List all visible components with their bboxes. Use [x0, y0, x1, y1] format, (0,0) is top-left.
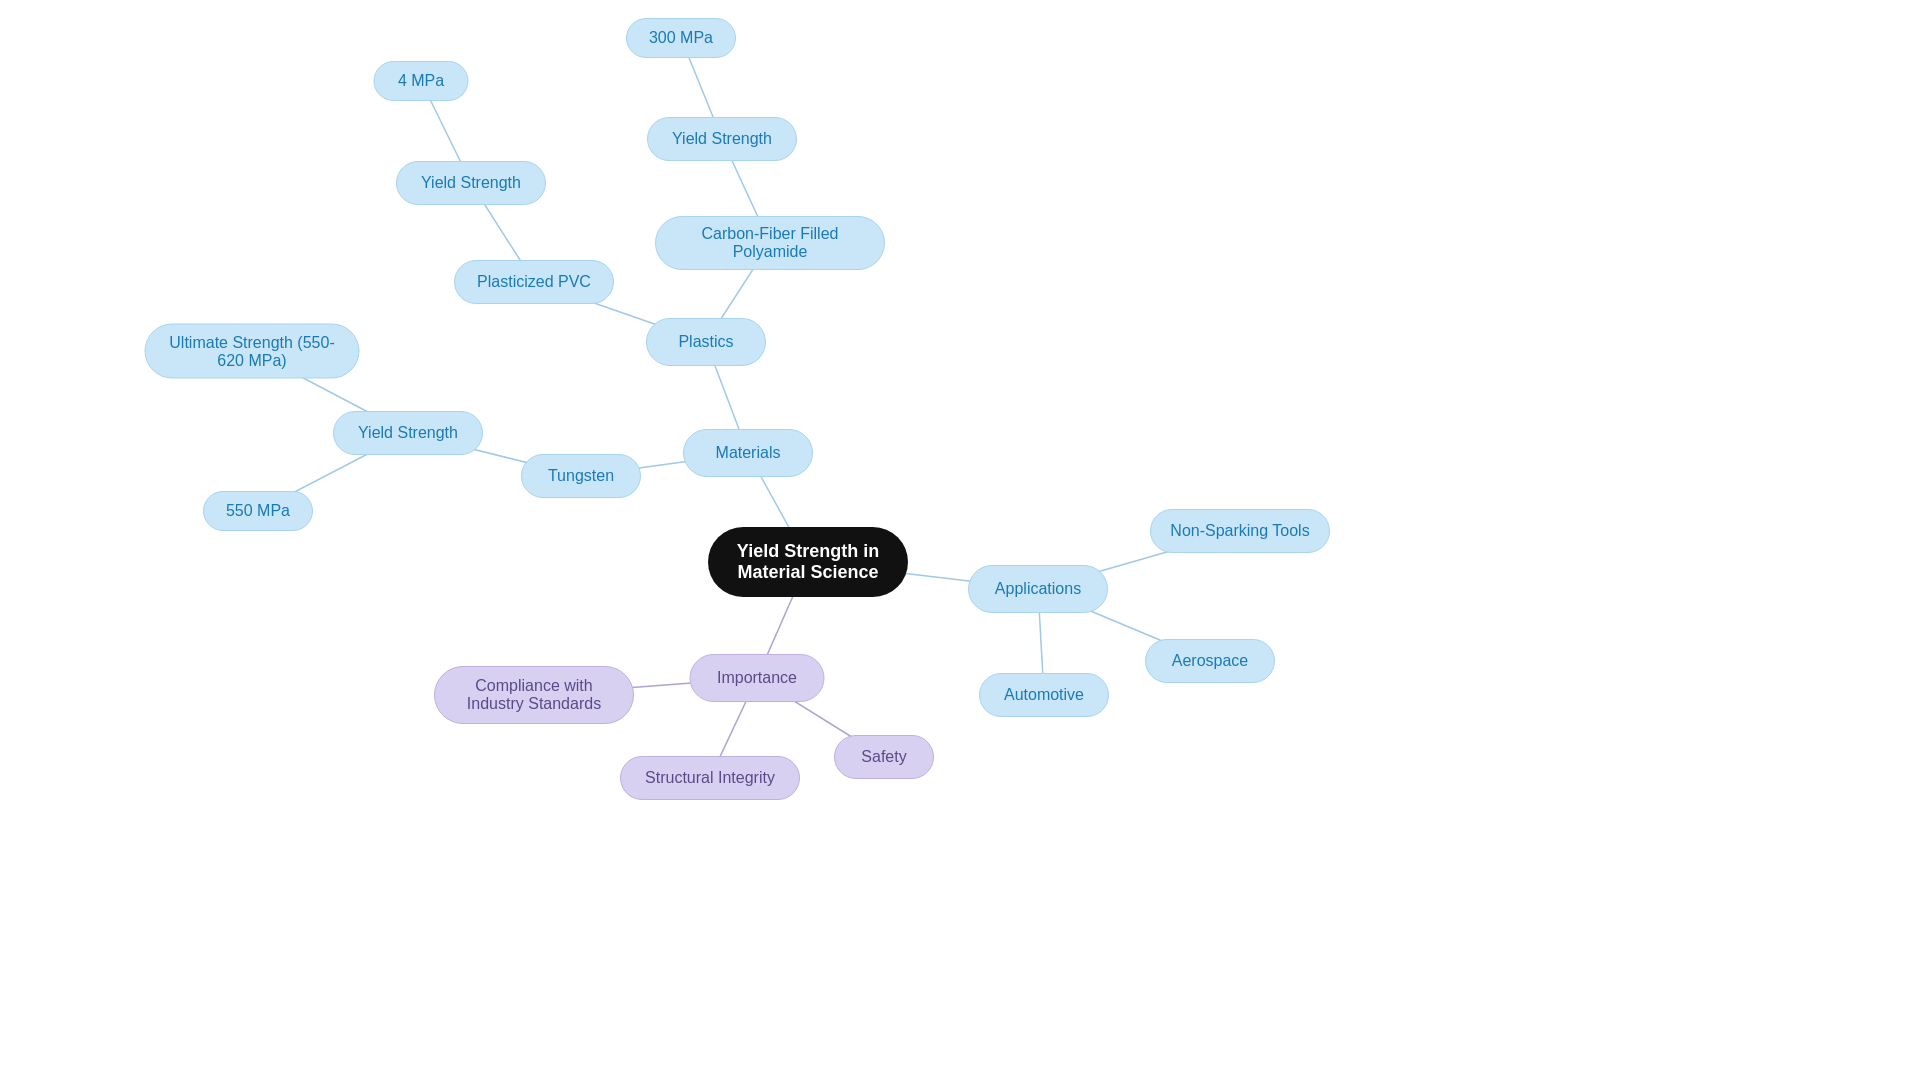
- node-carbon_fiber[interactable]: Carbon-Fiber Filled Polyamide: [655, 216, 885, 270]
- node-center[interactable]: Yield Strength in Material Science: [708, 527, 908, 597]
- node-aerospace[interactable]: Aerospace: [1145, 639, 1275, 683]
- connections-svg: [0, 0, 1920, 1083]
- node-applications[interactable]: Applications: [968, 565, 1108, 613]
- mind-map: Yield Strength in Material Science Materi…: [0, 0, 1920, 1083]
- node-ultimate_strength[interactable]: Ultimate Strength (550-620 MPa): [145, 324, 360, 379]
- node-plastics[interactable]: Plastics: [646, 318, 766, 366]
- node-mpa_4[interactable]: 4 MPa: [374, 61, 469, 101]
- node-plasticized_pvc[interactable]: Plasticized PVC: [454, 260, 614, 304]
- node-yield_strength_t[interactable]: Yield Strength: [333, 411, 483, 455]
- node-compliance[interactable]: Compliance with Industry Standards: [434, 666, 634, 724]
- node-non_sparking[interactable]: Non-Sparking Tools: [1150, 509, 1330, 553]
- node-mpa_300[interactable]: 300 MPa: [626, 18, 736, 58]
- node-automotive[interactable]: Automotive: [979, 673, 1109, 717]
- node-importance[interactable]: Importance: [690, 654, 825, 702]
- node-mpa_550[interactable]: 550 MPa: [203, 491, 313, 531]
- node-materials[interactable]: Materials: [683, 429, 813, 477]
- node-yield_strength_cf[interactable]: Yield Strength: [647, 117, 797, 161]
- node-yield_strength_pvc[interactable]: Yield Strength: [396, 161, 546, 205]
- node-safety[interactable]: Safety: [834, 735, 934, 779]
- node-tungsten[interactable]: Tungsten: [521, 454, 641, 498]
- node-structural_integrity[interactable]: Structural Integrity: [620, 756, 800, 800]
